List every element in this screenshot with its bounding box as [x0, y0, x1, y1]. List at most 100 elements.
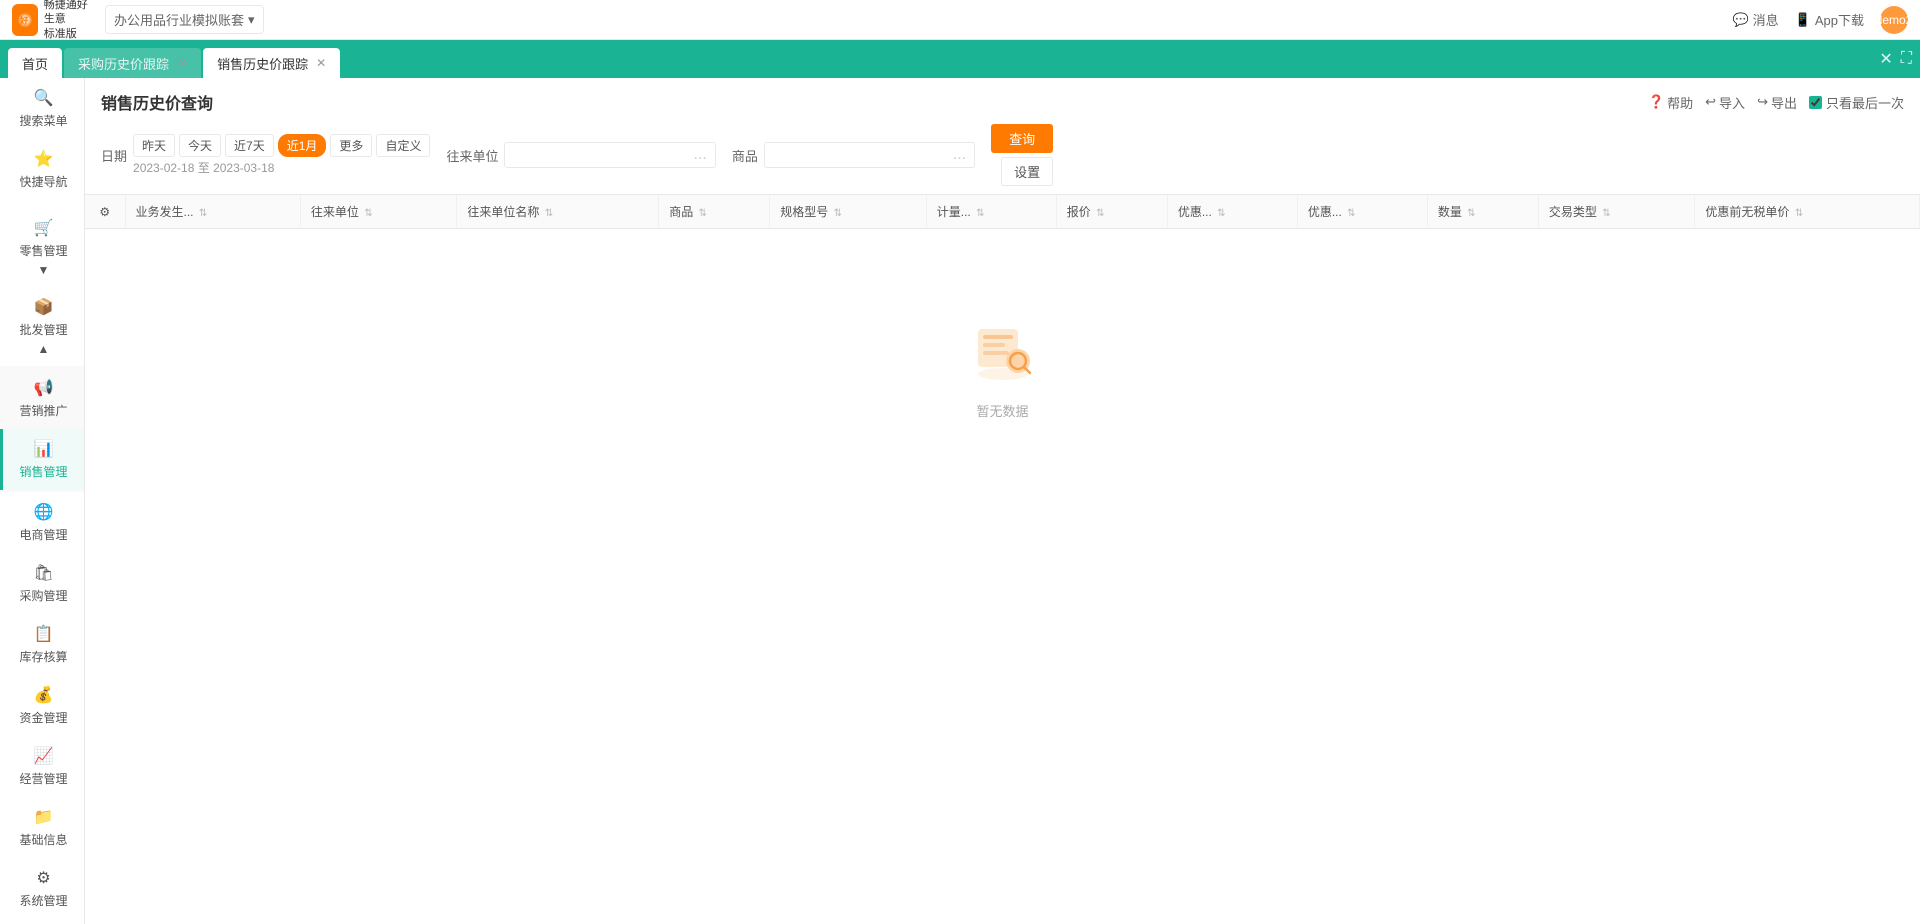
product-input[interactable] — [773, 148, 949, 163]
date-range-display: 2023-02-18 至 2023-03-18 — [133, 159, 430, 176]
col-discount2[interactable]: 优惠... ⇅ — [1297, 195, 1427, 229]
col-quote[interactable]: 报价 ⇅ — [1056, 195, 1167, 229]
message-btn[interactable]: 💬 消息 — [1732, 10, 1778, 29]
sidebar-item-marketing[interactable]: 📢 营销推广 — [0, 368, 84, 429]
sidebar-item-search[interactable]: 🔍 搜索菜单 — [0, 78, 84, 139]
partner-filter-group: 往来单位 ... — [446, 142, 715, 168]
col-partner-name[interactable]: 往来单位名称 ⇅ — [457, 195, 659, 229]
sidebar-inventory-label: 库存核算 — [19, 648, 67, 665]
tab-home[interactable]: 首页 — [8, 48, 62, 78]
sort-spec-icon: ⇅ — [834, 208, 842, 219]
col-unit[interactable]: 计量... ⇅ — [926, 195, 1056, 229]
help-btn[interactable]: ❓ 帮助 — [1648, 93, 1693, 112]
home-tab-label: 首页 — [22, 54, 48, 73]
partner-input-wrapper: ... — [504, 142, 715, 168]
partner-filter-label: 往来单位 — [446, 146, 498, 165]
sidebar-ecommerce-label: 电商管理 — [19, 526, 67, 543]
page-header: 销售历史价查询 ❓ 帮助 ↩ 导入 ↪ 导出 — [85, 78, 1920, 195]
wholesale-icon: 📦 — [34, 297, 54, 317]
product-input-wrapper: ... — [764, 142, 975, 168]
sidebar-item-wholesale[interactable]: 📦 批发管理 ▲ — [0, 287, 84, 366]
col-biz-date[interactable]: 业务发生... ⇅ — [125, 195, 300, 229]
sidebar-system-label: 系统管理 — [19, 892, 67, 909]
product-input-dots[interactable]: ... — [953, 146, 966, 164]
purchase-tab-label: 采购历史价跟踪 — [78, 54, 169, 73]
tab-purchase-history[interactable]: 采购历史价跟踪 ✕ — [64, 48, 201, 78]
sort-product-icon: ⇅ — [699, 208, 707, 219]
sidebar-item-finance[interactable]: 💰 资金管理 — [0, 675, 84, 736]
avatar: demo2 — [1880, 6, 1908, 34]
only-last-checkbox-item[interactable]: 只看最后一次 — [1809, 93, 1904, 112]
col-gear[interactable]: ⚙ — [85, 195, 125, 229]
date-btn-custom[interactable]: 自定义 — [376, 134, 430, 157]
marketing-icon: 📢 — [34, 378, 54, 398]
close-sales-tab-icon[interactable]: ✕ — [316, 56, 326, 70]
close-window-icon[interactable]: ✕ — [1879, 49, 1892, 69]
export-btn[interactable]: ↪ 导出 — [1757, 93, 1797, 112]
operations-icon: 📈 — [34, 746, 54, 766]
only-last-label: 只看最后一次 — [1826, 93, 1904, 112]
sidebar-item-basic-info[interactable]: 📁 基础信息 — [0, 797, 84, 858]
sidebar: 🔍 搜索菜单 ⭐ 快捷导航 🛒 零售管理 ▼ 📦 批发管理 ▲ 📢 营销推广 📊… — [0, 78, 85, 924]
sidebar-item-quick-nav[interactable]: ⭐ 快捷导航 — [0, 139, 84, 200]
download-icon: 📱 — [1795, 12, 1811, 28]
date-btn-yesterday[interactable]: 昨天 — [133, 134, 175, 157]
maximize-window-icon[interactable]: ⛶ — [1901, 50, 1912, 68]
only-last-checkbox[interactable] — [1809, 96, 1822, 109]
date-filter-label: 日期 — [101, 146, 127, 165]
sort-discount2-icon: ⇅ — [1347, 208, 1355, 219]
sidebar-item-ecommerce[interactable]: 🌐 电商管理 — [0, 492, 84, 553]
help-icon: ❓ — [1648, 94, 1664, 110]
quick-nav-icon: ⭐ — [34, 149, 54, 169]
sort-pretax-price-icon: ⇅ — [1795, 208, 1803, 219]
date-btn-1month[interactable]: 近1月 — [278, 134, 327, 157]
chevron-down-icon: ▾ — [248, 12, 255, 28]
sidebar-item-retail[interactable]: 🛒 零售管理 ▼ — [0, 208, 84, 287]
close-purchase-tab-icon[interactable]: ✕ — [177, 56, 187, 70]
user-profile[interactable]: demo2 — [1880, 6, 1908, 34]
sidebar-item-corp-collab[interactable]: 🤝 企业协同 — [0, 919, 84, 924]
app-download-btn[interactable]: 📱 App下载 — [1795, 10, 1864, 29]
partner-input-dots[interactable]: ... — [693, 146, 706, 164]
col-product[interactable]: 商品 ⇅ — [659, 195, 770, 229]
col-pretax-price[interactable]: 优惠前无税单价 ⇅ — [1695, 195, 1920, 229]
tab-bar-actions: ✕ ⛶ — [1879, 49, 1912, 69]
product-filter-group: 商品 ... — [732, 142, 975, 168]
sidebar-retail-label: 零售管理 — [19, 242, 67, 259]
sidebar-item-system[interactable]: ⚙ 系统管理 — [0, 858, 84, 919]
inventory-icon: 📋 — [34, 624, 54, 644]
action-btn-group: 查询 设置 — [991, 124, 1053, 186]
import-icon: ↩ — [1705, 94, 1716, 110]
date-filter-group: 日期 昨天 今天 近7天 近1月 更多 自定义 2023-02-18 至 202… — [101, 134, 430, 176]
sort-discount1-icon: ⇅ — [1217, 208, 1225, 219]
wholesale-arrow-icon: ▲ — [38, 342, 50, 356]
partner-input[interactable] — [513, 148, 689, 163]
col-trade-type[interactable]: 交易类型 ⇅ — [1538, 195, 1694, 229]
retail-icon: 🛒 — [34, 218, 54, 238]
workspace-selector[interactable]: 办公用品行业模拟账套 ▾ — [105, 5, 264, 34]
tab-bar: 首页 采购历史价跟踪 ✕ 销售历史价跟踪 ✕ ✕ ⛶ — [0, 40, 1920, 78]
settings-button[interactable]: 设置 — [1001, 157, 1053, 186]
date-btn-today[interactable]: 今天 — [179, 134, 221, 157]
empty-state-icon — [963, 309, 1043, 389]
query-button[interactable]: 查询 — [991, 124, 1053, 153]
sidebar-item-purchase[interactable]: 🛍 采购管理 — [0, 553, 84, 614]
sidebar-item-inventory[interactable]: 📋 库存核算 — [0, 614, 84, 675]
col-discount1[interactable]: 优惠... ⇅ — [1167, 195, 1297, 229]
sort-unit-icon: ⇅ — [976, 208, 984, 219]
date-btn-more[interactable]: 更多 — [330, 134, 372, 157]
sidebar-item-operations[interactable]: 📈 经营管理 — [0, 736, 84, 797]
page-title: 销售历史价查询 — [101, 90, 213, 114]
col-quantity[interactable]: 数量 ⇅ — [1427, 195, 1538, 229]
date-btn-7days[interactable]: 近7天 — [225, 134, 274, 157]
col-spec[interactable]: 规格型号 ⇅ — [770, 195, 926, 229]
table-container: ⚙ 业务发生... ⇅ 往来单位 ⇅ 往来单位名称 — [85, 195, 1920, 924]
tab-sales-history[interactable]: 销售历史价跟踪 ✕ — [203, 48, 340, 78]
filter-bar: 日期 昨天 今天 近7天 近1月 更多 自定义 2023-02-18 至 202… — [101, 124, 1904, 186]
sidebar-wholesale-label: 批发管理 — [19, 321, 67, 338]
import-btn[interactable]: ↩ 导入 — [1705, 93, 1745, 112]
empty-text: 暂无数据 — [976, 401, 1028, 420]
col-partner-code[interactable]: 往来单位 ⇅ — [300, 195, 456, 229]
sidebar-item-sales-mgmt[interactable]: 📊 销售管理 — [0, 429, 84, 490]
sales-tab-label: 销售历史价跟踪 — [217, 54, 308, 73]
